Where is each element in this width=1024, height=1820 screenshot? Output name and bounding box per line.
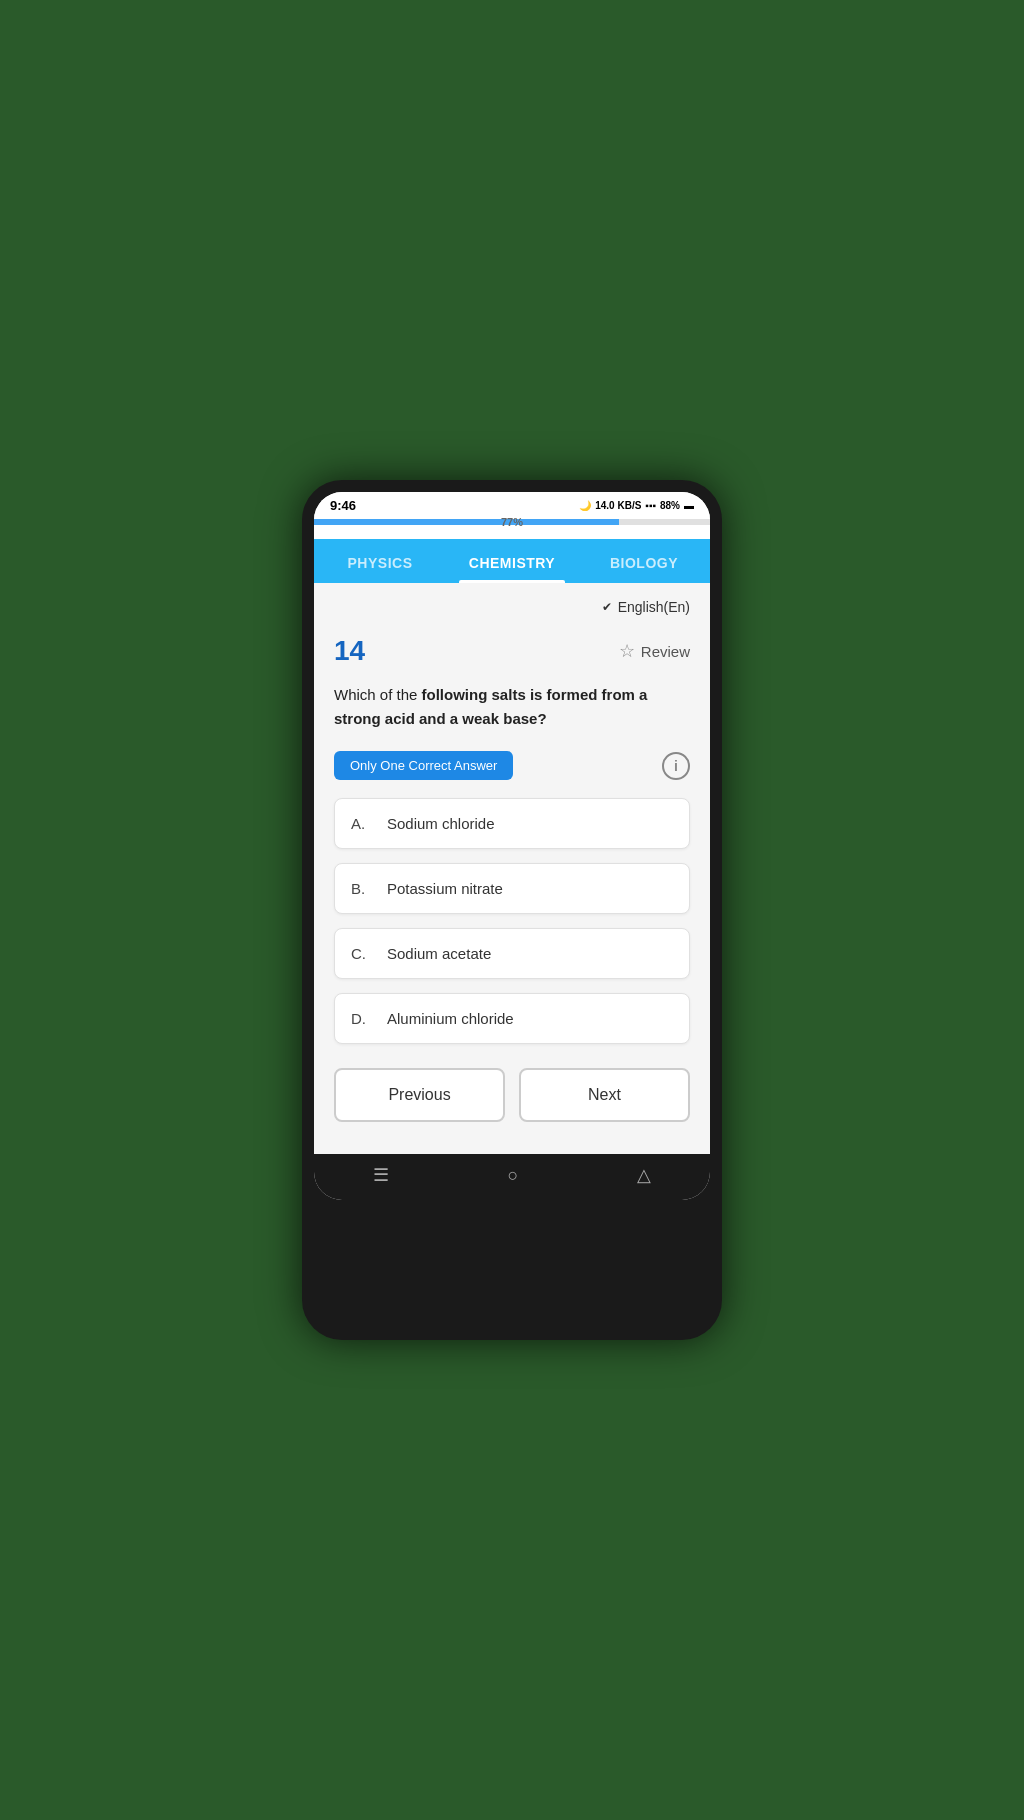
option-c[interactable]: C. Sodium acetate bbox=[334, 928, 690, 979]
options-list: A. Sodium chloride B. Potassium nitrate … bbox=[334, 798, 690, 1044]
next-button[interactable]: Next bbox=[519, 1068, 690, 1122]
info-icon[interactable]: i bbox=[662, 752, 690, 780]
option-b-letter: B. bbox=[351, 880, 371, 897]
phone-frame: 9:46 🌙 14.0 KB/S ▪▪▪ 88% ▬ 77% PHYSICS C… bbox=[302, 480, 722, 1340]
status-icons: 🌙 14.0 KB/S ▪▪▪ 88% ▬ bbox=[579, 500, 694, 511]
option-b-text: Potassium nitrate bbox=[387, 880, 503, 897]
home-icon[interactable]: ○ bbox=[508, 1165, 519, 1186]
star-icon: ☆ bbox=[619, 640, 635, 662]
tab-bar: PHYSICS CHEMISTRY BIOLOGY bbox=[314, 539, 710, 583]
back-icon[interactable]: △ bbox=[637, 1164, 651, 1186]
phone-screen: 9:46 🌙 14.0 KB/S ▪▪▪ 88% ▬ 77% PHYSICS C… bbox=[314, 492, 710, 1200]
battery-icon: ▬ bbox=[684, 500, 694, 511]
moon-icon: 🌙 bbox=[579, 500, 591, 511]
menu-icon[interactable]: ☰ bbox=[373, 1164, 389, 1186]
progress-bar-container: 77% bbox=[314, 519, 710, 525]
option-d-text: Aluminium chloride bbox=[387, 1010, 514, 1027]
question-header: 14 ☆ Review bbox=[334, 635, 690, 667]
battery-level: 88% bbox=[660, 500, 680, 511]
chevron-icon: ✔ bbox=[602, 600, 612, 614]
language-label: English(En) bbox=[618, 599, 690, 615]
option-c-text: Sodium acetate bbox=[387, 945, 491, 962]
nav-buttons: Previous Next bbox=[334, 1068, 690, 1122]
progress-label: 77% bbox=[501, 516, 523, 528]
signal-icon: ▪▪▪ bbox=[645, 500, 656, 511]
progress-section: 77% bbox=[314, 519, 710, 539]
language-selector[interactable]: ✔ English(En) bbox=[334, 599, 690, 615]
option-a[interactable]: A. Sodium chloride bbox=[334, 798, 690, 849]
review-button[interactable]: ☆ Review bbox=[619, 640, 690, 662]
bottom-nav: ☰ ○ △ bbox=[314, 1154, 710, 1200]
status-time: 9:46 bbox=[330, 498, 356, 513]
answer-type-badge: Only One Correct Answer bbox=[334, 751, 513, 780]
review-label: Review bbox=[641, 643, 690, 660]
tab-chemistry[interactable]: CHEMISTRY bbox=[446, 539, 578, 583]
network-speed: 14.0 KB/S bbox=[595, 500, 641, 511]
option-a-letter: A. bbox=[351, 815, 371, 832]
question-bold-text: following salts is formed from a strong … bbox=[334, 686, 647, 727]
content-area: ✔ English(En) 14 ☆ Review Which of the f… bbox=[314, 583, 710, 1154]
previous-button[interactable]: Previous bbox=[334, 1068, 505, 1122]
option-b[interactable]: B. Potassium nitrate bbox=[334, 863, 690, 914]
option-d[interactable]: D. Aluminium chloride bbox=[334, 993, 690, 1044]
tab-physics[interactable]: PHYSICS bbox=[314, 539, 446, 583]
progress-bar-fill bbox=[314, 519, 619, 525]
option-c-letter: C. bbox=[351, 945, 371, 962]
question-text: Which of the following salts is formed f… bbox=[334, 683, 690, 731]
tab-biology[interactable]: BIOLOGY bbox=[578, 539, 710, 583]
option-d-letter: D. bbox=[351, 1010, 371, 1027]
status-bar: 9:46 🌙 14.0 KB/S ▪▪▪ 88% ▬ bbox=[314, 492, 710, 519]
question-number: 14 bbox=[334, 635, 365, 667]
answer-type-row: Only One Correct Answer i bbox=[334, 751, 690, 780]
option-a-text: Sodium chloride bbox=[387, 815, 495, 832]
